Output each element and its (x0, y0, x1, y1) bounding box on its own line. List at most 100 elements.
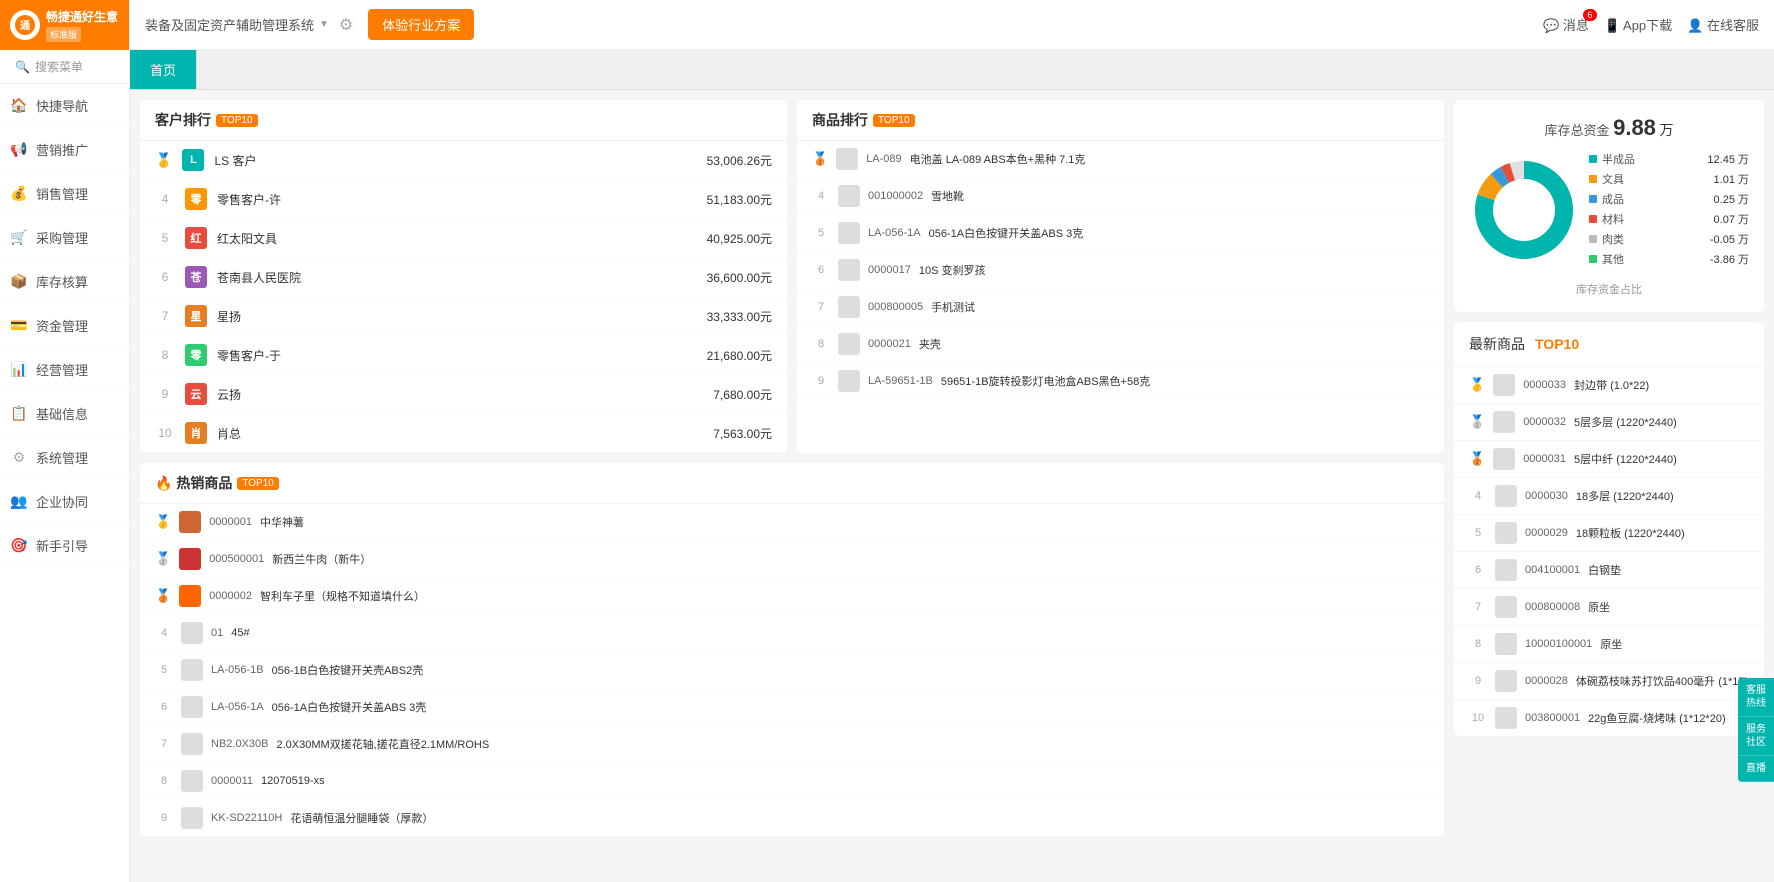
settings-icon[interactable]: ⚙ (339, 15, 353, 35)
list-item: 5 LA-056-1B 056-1B白色按键开关壳ABS2壳 (140, 652, 1444, 689)
logo-tag: 标准版 (46, 27, 81, 42)
system-title-dropdown[interactable]: 装备及固定资产辅助管理系统 ▼ (145, 15, 329, 34)
float-service-community[interactable]: 服务 社区 (1738, 717, 1774, 756)
sidebar: 通 畅捷通好生意 标准版 🔍 搜索菜单 🏠 快捷导航 📢 营销推广 💰 销售管理… (0, 0, 130, 882)
product-image (838, 370, 860, 392)
online-service-link[interactable]: 👤 在线客服 (1687, 15, 1759, 34)
product-image (181, 622, 203, 644)
avatar: 零 (185, 188, 207, 210)
hot-products-list: 🥇 0000001 中华神薯 🥈 000500001 新西兰牛肉（新牛） 🥉 (140, 504, 1444, 837)
list-item: 4 001000002 雪地靴 (797, 178, 1444, 215)
product-image (181, 733, 203, 755)
list-item: 6 LA-056-1A 056-1A白色按键开关盖ABS 3壳 (140, 689, 1444, 726)
top-products-list: 🥉 LA-089 电池盖 LA-089 ABS本色+黑种 7.1克 4 0010… (797, 141, 1444, 400)
list-item: 8 0000011 12070519-xs (140, 763, 1444, 800)
legend-dot (1589, 155, 1597, 163)
customer-ranking-header: 客户排行 TOP10 (140, 100, 787, 141)
float-live-btn[interactable]: 直播 (1738, 756, 1774, 782)
list-item: 9 KK-SD22110H 花语萌恒温分腿睡袋（厚款） (140, 800, 1444, 837)
product-image (1495, 522, 1517, 544)
product-image (181, 770, 203, 792)
sales-icon: 💰 (10, 185, 28, 202)
svg-text:通: 通 (20, 20, 30, 32)
table-row: 4 零 零售客户-许 51,183.00元 (140, 180, 787, 219)
sidebar-nav-item-collab[interactable]: 👥 企业协同 (0, 480, 129, 524)
table-row: 8 零 零售客户-于 21,680.00元 (140, 336, 787, 375)
sidebar-nav-item-marketing[interactable]: 📢 营销推广 (0, 128, 129, 172)
list-item: 9 0000028 体碗荔枝味苏打饮品400毫升 (1*15) (1454, 662, 1764, 699)
customer-ranking-card: 客户排行 TOP10 🥇 L LS 客户 53,006.26元 4 (140, 100, 787, 453)
finance-icon: 💳 (10, 317, 28, 334)
list-item: 4 01 45# (140, 615, 1444, 652)
list-item: 9 LA-59651-1B 59651-1B旋转投影灯电池盒ABS黑色+58克 (797, 363, 1444, 400)
product-image (838, 296, 860, 318)
search-icon: 🔍 (15, 60, 30, 74)
product-image (1495, 670, 1517, 692)
notification-badge[interactable]: 💬 消息 6 (1543, 15, 1589, 34)
list-item: 7 NB2.0X30B 2.0X30MM双搓花轴,搓花直径2.1MM/ROHS (140, 726, 1444, 763)
table-row: 🥇 L LS 客户 53,006.26元 (140, 141, 787, 180)
trial-button[interactable]: 体验行业方案 (368, 9, 474, 40)
product-image (179, 585, 201, 607)
inventory-label: 库存资金占比 (1469, 281, 1749, 297)
inventory-icon: 📦 (10, 273, 28, 290)
list-item: 🥉 LA-089 电池盖 LA-089 ABS本色+黑种 7.1克 (797, 141, 1444, 178)
legend-item: 成品 0.25 万 (1589, 191, 1749, 207)
product-image (181, 807, 203, 829)
right-panel: 库存总资金 9.88 万 (1454, 90, 1774, 882)
sidebar-nav-item-guide[interactable]: 🎯 新手引导 (0, 524, 129, 568)
float-service-hotline[interactable]: 客服 热线 (1738, 678, 1774, 717)
product-image (1493, 448, 1515, 470)
legend-dot (1589, 195, 1597, 203)
sidebar-nav-item-system[interactable]: ⚙ 系统管理 (0, 436, 129, 480)
sidebar-nav-item-inventory[interactable]: 📦 库存核算 (0, 260, 129, 304)
product-image (1495, 633, 1517, 655)
sidebar-nav-item-shortcuts[interactable]: 🏠 快捷导航 (0, 84, 129, 128)
list-item: 7 000800008 原坐 (1454, 588, 1764, 625)
sidebar-nav-item-basics[interactable]: 📋 基础信息 (0, 392, 129, 436)
inventory-total: 库存总资金 9.88 万 (1469, 115, 1749, 141)
dropdown-arrow-icon: ▼ (319, 19, 329, 30)
avatar: 星 (185, 305, 207, 327)
legend-item: 文具 1.01 万 (1589, 171, 1749, 187)
hot-products-title: 🔥 热销商品 (155, 473, 232, 493)
marketing-icon: 📢 (10, 141, 28, 158)
product-image (838, 259, 860, 281)
tab-home[interactable]: 首页 (130, 50, 197, 89)
sidebar-nav-item-management[interactable]: 📊 经营管理 (0, 348, 129, 392)
topbar-right: 💬 消息 6 📱 App下载 👤 在线客服 (1543, 15, 1759, 34)
app-download-link[interactable]: 📱 App下载 (1604, 15, 1672, 34)
hot-products-header: 🔥 热销商品 TOP10 (140, 463, 1444, 504)
home-icon: 🏠 (10, 97, 28, 114)
rank-medal: 🥇 (155, 152, 172, 169)
sidebar-nav-item-finance[interactable]: 💳 资金管理 (0, 304, 129, 348)
legend-item: 其他 -3.86 万 (1589, 251, 1749, 267)
float-service-buttons: 客服 热线 服务 社区 直播 (1738, 678, 1774, 782)
top-products-card: 商品排行 TOP10 🥉 LA-089 电池盖 LA-089 ABS本色+黑种 … (797, 100, 1444, 453)
sidebar-nav-item-sales[interactable]: 💰 销售管理 (0, 172, 129, 216)
list-item: 🥈 0000032 5层多层 (1220*2440) (1454, 403, 1764, 440)
latest-products-card: 最新商品 TOP10 🥇 0000033 封边带 (1.0*22) 🥈 0000… (1454, 322, 1764, 736)
fire-icon: 🔥 (155, 475, 172, 491)
donut-chart (1469, 155, 1579, 268)
avatar: L (182, 149, 204, 171)
product-image (179, 548, 201, 570)
legend-dot (1589, 175, 1597, 183)
table-row: 5 红 红太阳文具 40,925.00元 (140, 219, 787, 258)
product-image (1493, 411, 1515, 433)
table-row: 10 肖 肖总 7,563.00元 (140, 414, 787, 453)
logo-icon: 通 (10, 10, 40, 40)
product-image (836, 148, 858, 170)
list-item: 6 004100001 白钢垫 (1454, 551, 1764, 588)
top-products-header: 商品排行 TOP10 (797, 100, 1444, 141)
sidebar-search[interactable]: 🔍 搜索菜单 (0, 50, 129, 84)
list-item: 7 000800005 手机测试 (797, 289, 1444, 326)
basics-icon: 📋 (10, 405, 28, 422)
inventory-chart-area: 半成品 12.45 万 文具 1.01 万 成品 0.25 万 (1469, 151, 1749, 271)
list-item: 5 0000029 18颗粒板 (1220*2440) (1454, 514, 1764, 551)
legend-dot (1589, 215, 1597, 223)
sidebar-nav-item-purchase[interactable]: 🛒 采购管理 (0, 216, 129, 260)
ranking-row: 客户排行 TOP10 🥇 L LS 客户 53,006.26元 4 (140, 100, 1444, 453)
customer-ranking-table: 🥇 L LS 客户 53,006.26元 4 零 零售客户-许 51,183.0… (140, 141, 787, 453)
table-row: 6 苍 苍南县人民医院 36,600.00元 (140, 258, 787, 297)
